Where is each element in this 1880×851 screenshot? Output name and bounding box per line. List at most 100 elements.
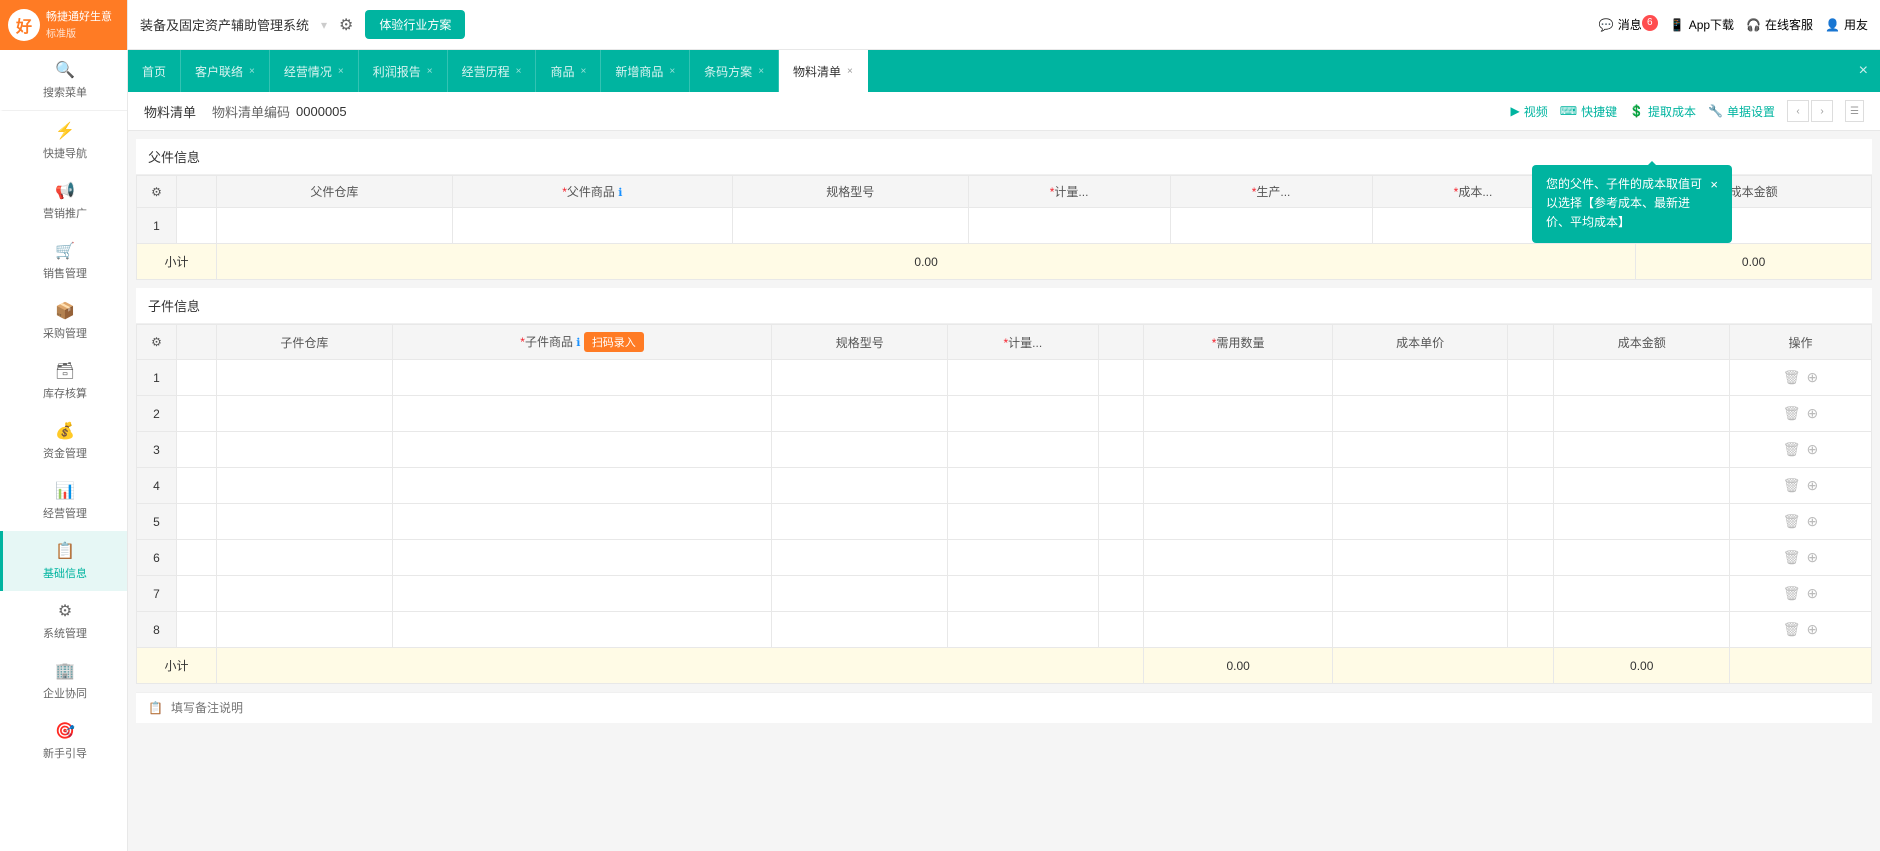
app-download-action[interactable]: 📱 App下载 xyxy=(1670,16,1734,33)
shortcut-action[interactable]: ⌨ 快捷键 xyxy=(1560,103,1617,120)
child-row-req-qty[interactable] xyxy=(1144,432,1332,468)
sidebar-item-operations[interactable]: 📊 经营管理 xyxy=(0,471,127,531)
tab-goods[interactable]: 商品 × xyxy=(536,50,601,92)
child-row-warehouse[interactable] xyxy=(217,468,393,504)
sidebar-item-search[interactable]: 🔍 搜索菜单 xyxy=(0,50,127,111)
close-goods-icon[interactable]: × xyxy=(580,66,586,77)
close-ops-status-icon[interactable]: × xyxy=(338,66,344,77)
child-row-req-qty[interactable] xyxy=(1144,468,1332,504)
delete-row-icon[interactable]: 🗑 xyxy=(1783,549,1801,566)
child-row-qty[interactable] xyxy=(948,432,1098,468)
sidebar-item-basic-info[interactable]: 📋 基础信息 xyxy=(0,531,127,591)
delete-row-icon[interactable]: 🗑 xyxy=(1783,405,1801,422)
tab-add-goods[interactable]: 新增商品 × xyxy=(601,50,690,92)
delete-row-icon[interactable]: 🗑 xyxy=(1783,585,1801,602)
sidebar-item-guide[interactable]: 🎯 新手引导 xyxy=(0,711,127,771)
delete-row-icon[interactable]: 🗑 xyxy=(1783,369,1801,386)
tab-operations-status[interactable]: 经营情况 × xyxy=(270,50,359,92)
tab-bom[interactable]: 物料清单 × xyxy=(779,50,868,92)
child-row-goods[interactable] xyxy=(392,612,772,648)
user-action[interactable]: 👤 用友 xyxy=(1825,16,1868,33)
tabbar-close-all[interactable]: × xyxy=(1847,50,1880,92)
child-row-req-qty[interactable] xyxy=(1144,540,1332,576)
delete-row-icon[interactable]: 🗑 xyxy=(1783,513,1801,530)
child-row-req-qty[interactable] xyxy=(1144,576,1332,612)
single-settings-action[interactable]: 🔧 单据设置 xyxy=(1708,103,1775,120)
close-add-goods-icon[interactable]: × xyxy=(669,66,675,77)
tab-customer[interactable]: 客户联络 × xyxy=(181,50,270,92)
parent-row-production[interactable] xyxy=(1170,208,1372,244)
tab-barcode[interactable]: 条码方案 × xyxy=(690,50,779,92)
child-row-warehouse[interactable] xyxy=(217,360,393,396)
sidebar-item-quick-nav[interactable]: ⚡ 快捷导航 xyxy=(0,111,127,171)
close-ops-history-icon[interactable]: × xyxy=(516,66,522,77)
close-customer-icon[interactable]: × xyxy=(249,66,255,77)
close-barcode-icon[interactable]: × xyxy=(758,66,764,77)
child-col-settings[interactable]: ⚙ xyxy=(137,325,177,360)
child-row-req-qty[interactable] xyxy=(1144,612,1332,648)
child-row-warehouse[interactable] xyxy=(217,432,393,468)
sidebar-item-marketing[interactable]: 📢 营销推广 xyxy=(0,171,127,231)
child-row-qty[interactable] xyxy=(948,540,1098,576)
child-row-qty[interactable] xyxy=(948,576,1098,612)
child-row-goods[interactable] xyxy=(392,360,772,396)
child-row-qty[interactable] xyxy=(948,360,1098,396)
sidebar-item-system[interactable]: ⚙ 系统管理 xyxy=(0,591,127,651)
parent-row-qty[interactable] xyxy=(968,208,1170,244)
copy-row-icon[interactable]: ⊕ xyxy=(1807,477,1819,494)
child-row-goods[interactable] xyxy=(392,396,772,432)
delete-row-icon[interactable]: 🗑 xyxy=(1783,621,1801,638)
copy-row-icon[interactable]: ⊕ xyxy=(1807,441,1819,458)
sidebar-item-enterprise[interactable]: 🏢 企业协同 xyxy=(0,651,127,711)
copy-row-icon[interactable]: ⊕ xyxy=(1807,405,1819,422)
child-row-qty[interactable] xyxy=(948,504,1098,540)
close-bom-icon[interactable]: × xyxy=(847,66,853,77)
child-row-warehouse[interactable] xyxy=(217,396,393,432)
tab-ops-history[interactable]: 经营历程 × xyxy=(448,50,537,92)
sidebar-item-inventory[interactable]: 🗃 库存核算 xyxy=(0,351,127,411)
child-row-goods[interactable] xyxy=(392,540,772,576)
scan-button[interactable]: 扫码录入 xyxy=(584,332,644,352)
copy-row-icon[interactable]: ⊕ xyxy=(1807,549,1819,566)
remark-input[interactable] xyxy=(171,701,1860,715)
exp-btn[interactable]: 体验行业方案 xyxy=(365,10,465,39)
delete-row-icon[interactable]: 🗑 xyxy=(1783,477,1801,494)
child-row-qty[interactable] xyxy=(948,396,1098,432)
copy-row-icon[interactable]: ⊕ xyxy=(1807,585,1819,602)
tab-profit-report[interactable]: 利润报告 × xyxy=(359,50,448,92)
close-profit-icon[interactable]: × xyxy=(427,66,433,77)
child-row-goods[interactable] xyxy=(392,432,772,468)
child-row-qty[interactable] xyxy=(948,468,1098,504)
nav-next[interactable]: › xyxy=(1811,100,1833,122)
tooltip-close-btn[interactable]: × xyxy=(1710,175,1718,196)
child-row-warehouse[interactable] xyxy=(217,612,393,648)
child-row-warehouse[interactable] xyxy=(217,540,393,576)
extract-cost-action[interactable]: 💲 提取成本 xyxy=(1629,103,1696,120)
child-row-goods[interactable] xyxy=(392,504,772,540)
sidebar-item-finance[interactable]: 💰 资金管理 xyxy=(0,411,127,471)
child-row-req-qty[interactable] xyxy=(1144,396,1332,432)
message-action[interactable]: 💬 消息 6 xyxy=(1599,16,1658,33)
parent-row-warehouse[interactable] xyxy=(217,208,453,244)
parent-col-settings[interactable]: ⚙ xyxy=(137,176,177,208)
copy-row-icon[interactable]: ⊕ xyxy=(1807,513,1819,530)
online-service-action[interactable]: 🎧 在线客服 xyxy=(1746,16,1813,33)
sidebar-item-sales[interactable]: 🛒 销售管理 xyxy=(0,231,127,291)
delete-row-icon[interactable]: 🗑 xyxy=(1783,441,1801,458)
child-row-warehouse[interactable] xyxy=(217,576,393,612)
copy-row-icon[interactable]: ⊕ xyxy=(1807,621,1819,638)
child-row-goods[interactable] xyxy=(392,468,772,504)
tab-home[interactable]: 首页 xyxy=(128,50,181,92)
copy-row-icon[interactable]: ⊕ xyxy=(1807,369,1819,386)
video-action[interactable]: ▶ 视频 xyxy=(1511,103,1548,120)
settings-icon[interactable]: ⚙ xyxy=(339,15,353,35)
child-row-req-qty[interactable] xyxy=(1144,504,1332,540)
child-row-warehouse[interactable] xyxy=(217,504,393,540)
child-row-req-qty[interactable] xyxy=(1144,360,1332,396)
child-row-qty[interactable] xyxy=(948,612,1098,648)
nav-prev[interactable]: ‹ xyxy=(1787,100,1809,122)
child-row-goods[interactable] xyxy=(392,576,772,612)
sidebar-item-purchase[interactable]: 📦 采购管理 xyxy=(0,291,127,351)
parent-row-goods[interactable] xyxy=(452,208,732,244)
list-view-btn[interactable]: ☰ xyxy=(1845,100,1864,122)
